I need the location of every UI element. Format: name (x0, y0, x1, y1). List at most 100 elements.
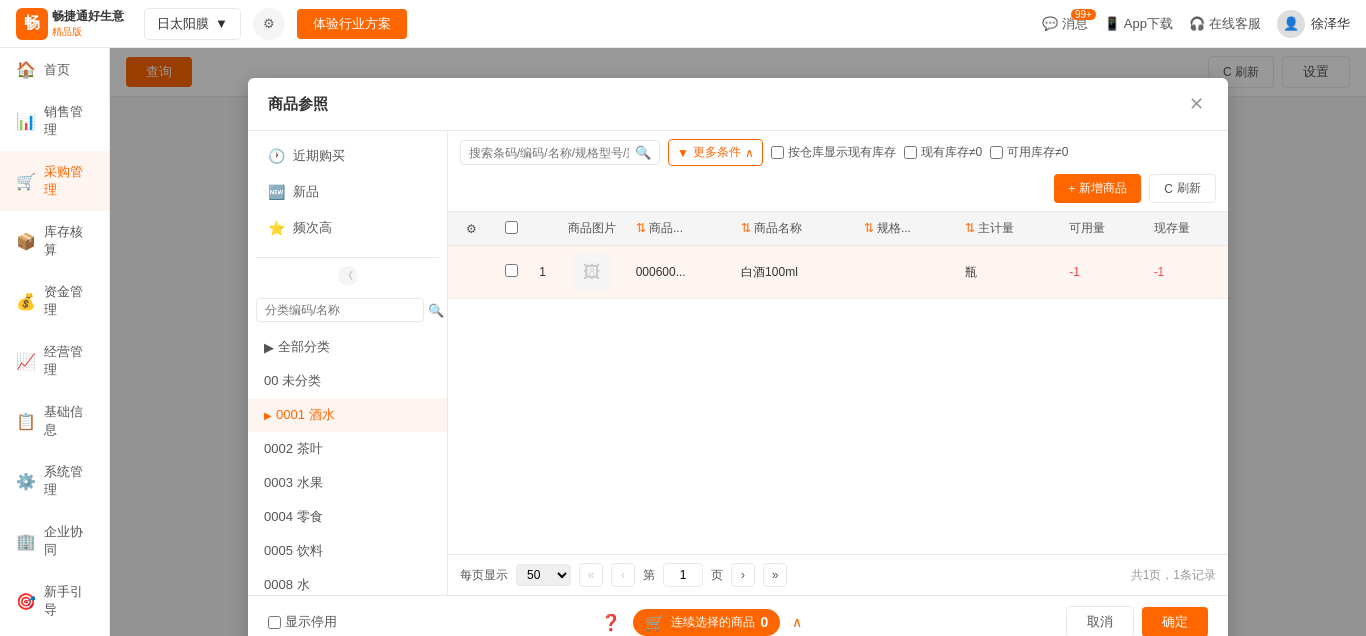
tab-frequent[interactable]: ⭐ 频次高 (256, 211, 439, 245)
cancel-button[interactable]: 取消 (1066, 606, 1134, 636)
sidebar-item-purchase[interactable]: 🛒 采购管理 (0, 151, 109, 211)
table-refresh-button[interactable]: C 刷新 (1149, 174, 1216, 203)
footer-left: 显示停用 (268, 613, 337, 631)
product-thumbnail: 🖼 (574, 254, 610, 290)
sidebar-item-finance[interactable]: 💰 资金管理 (0, 271, 109, 331)
first-page-button[interactable]: « (579, 563, 603, 587)
divider (256, 257, 439, 258)
th-available: 可用量 (1059, 212, 1143, 246)
headset-icon: 🎧 (1189, 16, 1205, 31)
category-search-input[interactable] (256, 298, 424, 322)
td-spec (854, 246, 955, 299)
sort-icon4: ⇅ (965, 221, 975, 235)
show-disabled-checkbox[interactable]: 显示停用 (268, 613, 337, 631)
td-checkbox[interactable] (495, 246, 528, 299)
sidebar-item-basic[interactable]: 📋 基础信息 (0, 391, 109, 451)
modal-close-button[interactable]: ✕ (1184, 92, 1208, 116)
rp-toolbar: 🔍 ▼ 更多条件 ∧ 按仓库显示现有库存 (448, 131, 1228, 212)
category-expand-icon: ▶ (264, 340, 274, 355)
page-label-page: 页 (711, 567, 723, 584)
home-icon: 🏠 (16, 60, 36, 79)
sidebar-item-inventory[interactable]: 📦 库存核算 (0, 211, 109, 271)
app-download-item[interactable]: 📱 App下载 (1104, 15, 1173, 33)
sidebar-item-operation[interactable]: 📈 经营管理 (0, 331, 109, 391)
left-panel-tabs: 🕐 近期购买 🆕 新品 ⭐ 频次高 (248, 131, 447, 253)
td-available: -1 (1059, 246, 1143, 299)
operation-icon: 📈 (16, 352, 36, 371)
sort-icon2: ⇅ (741, 221, 751, 235)
category-item-all[interactable]: ▶ 全部分类 (248, 330, 447, 364)
sidebar-item-apps[interactable]: 📱 应用中心 (0, 631, 109, 636)
main-layout: 🏠 首页 📊 销售管理 🛒 采购管理 📦 库存核算 💰 资金管理 📈 经营管理 … (0, 48, 1366, 636)
sort-icon: ⇅ (636, 221, 646, 235)
sidebar-item-sales[interactable]: 📊 销售管理 (0, 91, 109, 151)
page-text: 第 (643, 567, 655, 584)
sidebar-item-home[interactable]: 🏠 首页 (0, 48, 109, 91)
top-nav: 畅 畅捷通好生意 精品版 日太阳膜 ▼ ⚙ 体验行业方案 💬 消息 99+ 📱 … (0, 0, 1366, 48)
category-item-0001[interactable]: ▶ 0001 酒水 (248, 398, 447, 432)
topnav-right: 💬 消息 99+ 📱 App下载 🎧 在线客服 👤 徐泽华 (1042, 10, 1350, 38)
notification-item[interactable]: 💬 消息 99+ (1042, 15, 1088, 33)
cart-area[interactable]: 🛒 连续选择的商品 0 (633, 609, 781, 636)
page-number-input[interactable] (663, 563, 703, 587)
tab-new[interactable]: 🆕 新品 (256, 175, 439, 209)
sidebar-item-enterprise[interactable]: 🏢 企业协同 (0, 511, 109, 571)
modal-footer: 显示停用 ❓ 🛒 连续选择的商品 0 ∧ 取消 确定 (248, 595, 1228, 636)
product-search-box: 🔍 (460, 140, 660, 165)
collapse-left-button[interactable]: 《 (338, 266, 358, 286)
modal-body: 🕐 近期购买 🆕 新品 ⭐ 频次高 (248, 131, 1228, 595)
category-item-0005[interactable]: 0005 饮料 (248, 534, 447, 568)
category-search-icon[interactable]: 🔍 (428, 303, 444, 318)
sidebar-item-system[interactable]: ⚙️ 系统管理 (0, 451, 109, 511)
enterprise-icon: 🏢 (16, 532, 36, 551)
checkbox-available-stock[interactable]: 现有库存≠0 (904, 144, 982, 161)
user-info[interactable]: 👤 徐泽华 (1277, 10, 1350, 38)
store-dropdown[interactable]: 日太阳膜 ▼ (144, 8, 241, 40)
inventory-icon: 📦 (16, 232, 36, 251)
last-page-button[interactable]: » (763, 563, 787, 587)
settings-icon[interactable]: ⚙ (253, 8, 285, 40)
help-icon[interactable]: ❓ (601, 613, 621, 632)
search-icon[interactable]: 🔍 (635, 145, 651, 160)
filter-button[interactable]: ▼ 更多条件 ∧ (668, 139, 763, 166)
next-page-button[interactable]: › (731, 563, 755, 587)
chevron-up-icon: ∧ (745, 146, 754, 160)
page-size-select[interactable]: 20 50 100 (516, 564, 571, 586)
th-checkbox[interactable] (495, 212, 528, 246)
category-item-0002[interactable]: 0002 茶叶 (248, 432, 447, 466)
pagination: 每页显示 20 50 100 « ‹ 第 页 › (448, 554, 1228, 595)
th-spec[interactable]: ⇅ 规格... (854, 212, 955, 246)
checkbox-usable-stock[interactable]: 可用库存≠0 (990, 144, 1068, 161)
basic-icon: 📋 (16, 412, 36, 431)
right-panel: 🔍 ▼ 更多条件 ∧ 按仓库显示现有库存 (448, 131, 1228, 595)
checkbox-warehouse[interactable]: 按仓库显示现有库存 (771, 144, 896, 161)
sidebar-item-guide[interactable]: 🎯 新手引导 (0, 571, 109, 631)
product-search-input[interactable] (469, 146, 629, 160)
finance-icon: 💰 (16, 292, 36, 311)
th-unit[interactable]: ⇅ 主计量 (955, 212, 1059, 246)
th-name[interactable]: ⇅ 商品名称 (731, 212, 853, 246)
collapse-footer-button[interactable]: ∧ (792, 614, 802, 630)
tab-recent[interactable]: 🕐 近期购买 (256, 139, 439, 173)
guide-icon: 🎯 (16, 592, 36, 611)
table-row[interactable]: 1 🖼 000600... 白酒100ml (448, 246, 1228, 299)
trial-button[interactable]: 体验行业方案 (297, 9, 407, 39)
category-item-0004[interactable]: 0004 零食 (248, 500, 447, 534)
category-item-0008[interactable]: 0008 水 (248, 568, 447, 595)
th-gear[interactable]: ⚙ (448, 212, 495, 246)
prev-page-button[interactable]: ‹ (611, 563, 635, 587)
add-product-button[interactable]: + 新增商品 (1054, 174, 1141, 203)
modal-header: 商品参照 ✕ (248, 78, 1228, 131)
topnav-center: 日太阳膜 ▼ ⚙ 体验行业方案 (144, 8, 1042, 40)
online-service-item[interactable]: 🎧 在线客服 (1189, 15, 1261, 33)
th-code[interactable]: ⇅ 商品... (626, 212, 731, 246)
th-num (528, 212, 558, 246)
category-item-0003[interactable]: 0003 水果 (248, 466, 447, 500)
confirm-button[interactable]: 确定 (1142, 607, 1208, 636)
td-stock: -1 (1144, 246, 1228, 299)
td-num: 1 (528, 246, 558, 299)
total-info: 共1页，1条记录 (1131, 567, 1216, 584)
category-list: ▶ 全部分类 00 未分类 ▶ 0001 酒水 0002 茶 (248, 330, 447, 595)
logo-text: 畅捷通好生意 精品版 (52, 8, 124, 39)
category-item-00[interactable]: 00 未分类 (248, 364, 447, 398)
